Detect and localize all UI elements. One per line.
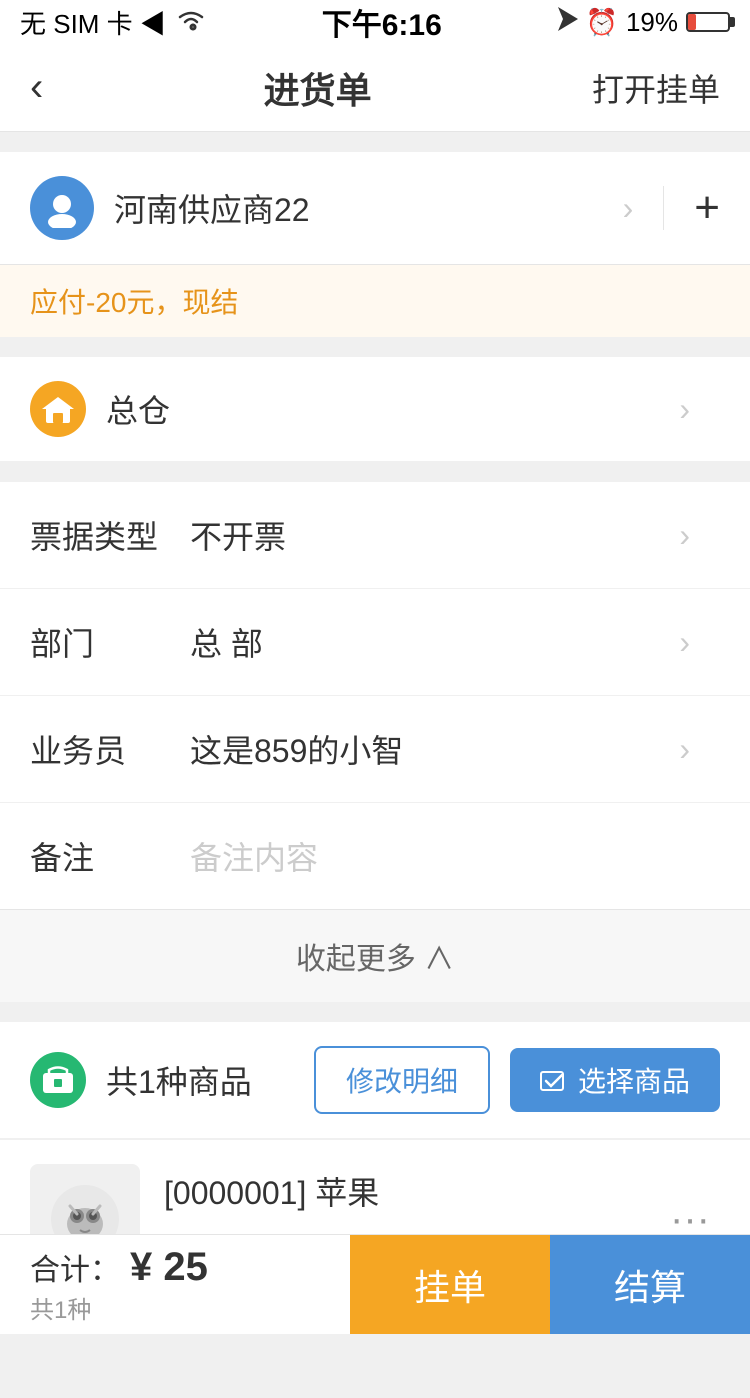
alarm-icon: ⏰ <box>586 7 618 38</box>
warehouse-chevron-icon: › <box>679 391 690 428</box>
warehouse-section[interactable]: 总仓 › <box>0 357 750 461</box>
gap-4 <box>0 1002 750 1022</box>
department-chevron-icon: › <box>679 624 690 661</box>
salesperson-value: 这是859的小智 <box>190 726 679 772</box>
settle-button[interactable]: 结算 <box>550 1235 750 1334</box>
wifi-icon <box>176 7 206 38</box>
total-amount: ¥ 25 <box>130 1245 208 1290</box>
product-name: [0000001] 苹果 <box>164 1168 660 1214</box>
hang-order-button[interactable]: 挂单 <box>350 1235 550 1334</box>
product-title: 苹果 <box>315 1175 379 1211</box>
salesperson-row[interactable]: 业务员 这是859的小智 › <box>0 695 750 802</box>
status-left: 无 SIM 卡 ◀ <box>20 4 206 41</box>
supplier-section: 河南供应商22 › + 应付-20元，现结 <box>0 152 750 337</box>
remark-row[interactable]: 备注 备注内容 <box>0 802 750 909</box>
gap-1 <box>0 132 750 152</box>
supplier-name: 河南供应商22 <box>114 185 623 231</box>
invoice-type-label: 票据类型 <box>30 512 190 558</box>
form-section: 票据类型 不开票 › 部门 总 部 › 业务员 这是859的小智 › 备注 备注… <box>0 481 750 1002</box>
battery-icon <box>686 12 730 32</box>
select-product-label: 选择商品 <box>578 1060 690 1100</box>
gap-3 <box>0 461 750 481</box>
battery-percent: 19% <box>626 7 678 38</box>
modify-detail-button[interactable]: 修改明细 <box>314 1046 490 1114</box>
total-sub: 共1种 <box>30 1290 350 1325</box>
warehouse-row[interactable]: 总仓 › <box>0 357 750 461</box>
back-button[interactable]: ‹ <box>30 65 43 110</box>
salesperson-chevron-icon: › <box>679 731 690 768</box>
warehouse-icon <box>30 381 86 437</box>
footer-total: 合计： ¥ 25 共1种 <box>0 1235 350 1334</box>
status-right: ⏰ 19% <box>558 7 730 38</box>
collapse-toggle[interactable]: 收起更多 ∧ <box>0 909 750 1002</box>
supplier-divider <box>663 186 664 230</box>
select-product-button[interactable]: 选择商品 <box>510 1048 720 1112</box>
warehouse-name: 总仓 <box>106 386 679 432</box>
footer-total-row: 合计： ¥ 25 <box>30 1245 350 1290</box>
department-label: 部门 <box>30 619 190 665</box>
department-row[interactable]: 部门 总 部 › <box>0 588 750 695</box>
product-count: 共1种商品 <box>106 1057 314 1103</box>
supplier-row[interactable]: 河南供应商22 › + <box>0 152 750 265</box>
status-bar: 无 SIM 卡 ◀ 下午6:16 ⏰ 19% <box>0 0 750 44</box>
supplier-avatar <box>30 176 94 240</box>
open-hang-button[interactable]: 打开挂单 <box>592 65 720 111</box>
product-code: [0000001] <box>164 1175 306 1211</box>
nav-bar: ‹ 进货单 打开挂单 <box>0 44 750 132</box>
page-title: 进货单 <box>264 62 372 114</box>
location-icon <box>558 7 578 38</box>
salesperson-label: 业务员 <box>30 726 190 772</box>
remark-input[interactable]: 备注内容 <box>190 833 720 879</box>
sim-label: 无 SIM 卡 ◀ <box>20 4 166 41</box>
remark-label: 备注 <box>30 833 190 879</box>
footer: 合计： ¥ 25 共1种 挂单 结算 <box>0 1234 750 1334</box>
invoice-type-value: 不开票 <box>190 512 679 558</box>
status-time: 下午6:16 <box>322 0 442 44</box>
add-supplier-button[interactable]: + <box>694 186 720 230</box>
payment-hint: 应付-20元，现结 <box>0 265 750 337</box>
supplier-chevron-icon: › <box>623 190 634 227</box>
gap-2 <box>0 337 750 357</box>
invoice-type-row[interactable]: 票据类型 不开票 › <box>0 481 750 588</box>
invoice-chevron-icon: › <box>679 517 690 554</box>
product-icon <box>30 1052 86 1108</box>
product-header: 共1种商品 修改明细 选择商品 <box>0 1022 750 1138</box>
total-label: 合计： <box>30 1245 120 1289</box>
department-value: 总 部 <box>190 619 679 665</box>
